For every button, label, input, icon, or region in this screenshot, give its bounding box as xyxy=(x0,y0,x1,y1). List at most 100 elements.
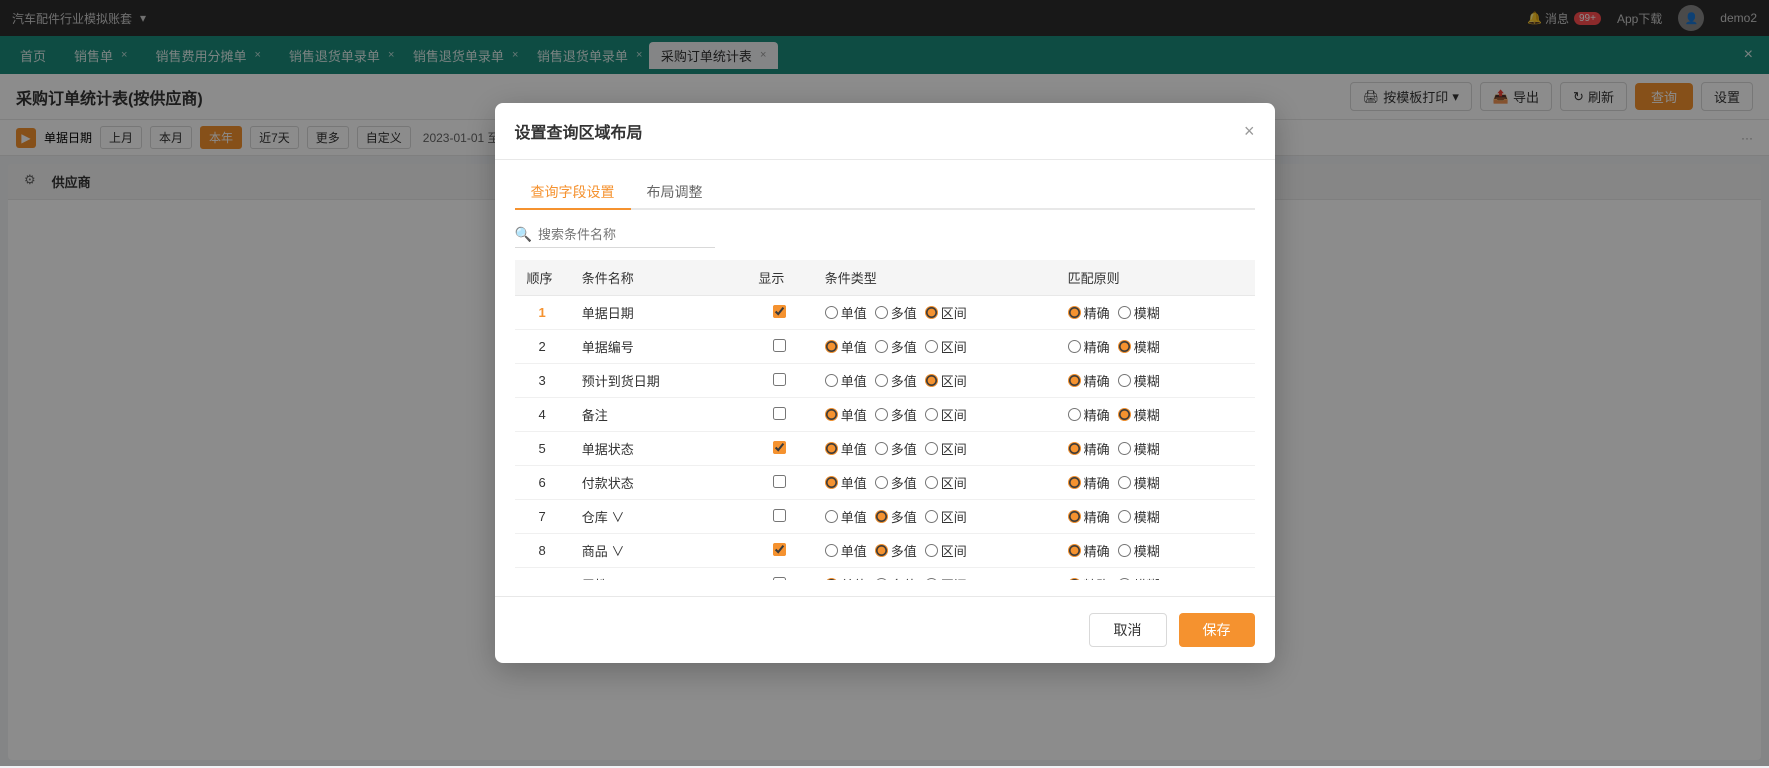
type-radio-item[interactable]: 单值 xyxy=(825,371,867,390)
type-radio-item[interactable]: 区间 xyxy=(925,337,967,356)
match-radio[interactable] xyxy=(1118,510,1131,523)
type-radio-item[interactable]: 区间 xyxy=(925,575,967,580)
show-checkbox[interactable] xyxy=(773,441,786,454)
match-radio-item[interactable]: 精确 xyxy=(1068,337,1110,356)
match-radio-item[interactable]: 模糊 xyxy=(1118,507,1160,526)
type-radio-item[interactable]: 单值 xyxy=(825,405,867,424)
type-radio[interactable] xyxy=(825,510,838,523)
match-radio[interactable] xyxy=(1068,408,1081,421)
type-radio[interactable] xyxy=(825,544,838,557)
row-show[interactable] xyxy=(746,568,812,581)
match-radio[interactable] xyxy=(1068,374,1081,387)
type-radio[interactable] xyxy=(825,476,838,489)
type-radio-item[interactable]: 多值 xyxy=(875,371,917,390)
type-radio-item[interactable]: 多值 xyxy=(875,337,917,356)
show-checkbox[interactable] xyxy=(773,577,786,581)
type-radio[interactable] xyxy=(925,510,938,523)
type-radio-item[interactable]: 单值 xyxy=(825,507,867,526)
type-radio-item[interactable]: 多值 xyxy=(875,541,917,560)
match-radio[interactable] xyxy=(1118,544,1131,557)
row-show[interactable] xyxy=(746,534,812,568)
match-radio-item[interactable]: 精确 xyxy=(1068,575,1110,580)
match-radio-item[interactable]: 模糊 xyxy=(1118,473,1160,492)
type-radio[interactable] xyxy=(825,306,838,319)
type-radio[interactable] xyxy=(925,408,938,421)
save-btn[interactable]: 保存 xyxy=(1179,613,1255,647)
match-radio-item[interactable]: 精确 xyxy=(1068,303,1110,322)
row-show[interactable] xyxy=(746,500,812,534)
type-radio-item[interactable]: 多值 xyxy=(875,473,917,492)
type-radio[interactable] xyxy=(825,340,838,353)
type-radio-item[interactable]: 区间 xyxy=(925,473,967,492)
type-radio[interactable] xyxy=(875,374,888,387)
row-show[interactable] xyxy=(746,296,812,330)
type-radio[interactable] xyxy=(925,306,938,319)
match-radio[interactable] xyxy=(1068,544,1081,557)
match-radio-item[interactable]: 模糊 xyxy=(1118,371,1160,390)
match-radio[interactable] xyxy=(1068,442,1081,455)
match-radio-item[interactable]: 精确 xyxy=(1068,371,1110,390)
type-radio-item[interactable]: 多值 xyxy=(875,303,917,322)
row-show[interactable] xyxy=(746,432,812,466)
match-radio-item[interactable]: 精确 xyxy=(1068,473,1110,492)
cancel-btn[interactable]: 取消 xyxy=(1089,613,1167,647)
match-radio-item[interactable]: 精确 xyxy=(1068,507,1110,526)
match-radio-item[interactable]: 模糊 xyxy=(1118,575,1160,580)
show-checkbox[interactable] xyxy=(773,543,786,556)
type-radio-item[interactable]: 区间 xyxy=(925,303,967,322)
show-checkbox[interactable] xyxy=(773,305,786,318)
match-radio-item[interactable]: 精确 xyxy=(1068,439,1110,458)
show-checkbox[interactable] xyxy=(773,339,786,352)
match-radio-item[interactable]: 模糊 xyxy=(1118,303,1160,322)
row-show[interactable] xyxy=(746,466,812,500)
row-show[interactable] xyxy=(746,398,812,432)
type-radio[interactable] xyxy=(925,340,938,353)
match-radio[interactable] xyxy=(1118,374,1131,387)
match-radio[interactable] xyxy=(1118,408,1131,421)
match-radio[interactable] xyxy=(1068,306,1081,319)
type-radio[interactable] xyxy=(825,408,838,421)
match-radio[interactable] xyxy=(1118,476,1131,489)
type-radio-item[interactable]: 区间 xyxy=(925,507,967,526)
type-radio-item[interactable]: 区间 xyxy=(925,371,967,390)
match-radio-item[interactable]: 精确 xyxy=(1068,541,1110,560)
type-radio-item[interactable]: 区间 xyxy=(925,541,967,560)
type-radio-item[interactable]: 单值 xyxy=(825,541,867,560)
show-checkbox[interactable] xyxy=(773,373,786,386)
type-radio[interactable] xyxy=(875,476,888,489)
type-radio[interactable] xyxy=(925,544,938,557)
type-radio[interactable] xyxy=(875,340,888,353)
match-radio[interactable] xyxy=(1068,340,1081,353)
type-radio[interactable] xyxy=(825,374,838,387)
search-input[interactable] xyxy=(538,227,715,242)
tab-layout[interactable]: 布局调整 xyxy=(631,176,719,210)
match-radio[interactable] xyxy=(1118,442,1131,455)
show-checkbox[interactable] xyxy=(773,475,786,488)
match-radio[interactable] xyxy=(1118,340,1131,353)
type-radio[interactable] xyxy=(925,578,938,580)
type-radio-item[interactable]: 多值 xyxy=(875,405,917,424)
match-radio[interactable] xyxy=(1118,578,1131,580)
show-checkbox[interactable] xyxy=(773,407,786,420)
match-radio-item[interactable]: 模糊 xyxy=(1118,439,1160,458)
dialog-close-btn[interactable]: × xyxy=(1244,122,1255,140)
type-radio[interactable] xyxy=(925,476,938,489)
type-radio-item[interactable]: 区间 xyxy=(925,439,967,458)
type-radio[interactable] xyxy=(925,442,938,455)
match-radio-item[interactable]: 模糊 xyxy=(1118,541,1160,560)
type-radio[interactable] xyxy=(825,578,838,580)
type-radio[interactable] xyxy=(875,306,888,319)
type-radio-item[interactable]: 单值 xyxy=(825,337,867,356)
row-show[interactable] xyxy=(746,364,812,398)
type-radio-item[interactable]: 区间 xyxy=(925,405,967,424)
type-radio[interactable] xyxy=(875,408,888,421)
row-show[interactable] xyxy=(746,330,812,364)
match-radio-item[interactable]: 模糊 xyxy=(1118,405,1160,424)
match-radio-item[interactable]: 精确 xyxy=(1068,405,1110,424)
type-radio[interactable] xyxy=(875,544,888,557)
tab-query-fields[interactable]: 查询字段设置 xyxy=(515,176,631,210)
type-radio[interactable] xyxy=(875,578,888,580)
type-radio[interactable] xyxy=(925,374,938,387)
show-checkbox[interactable] xyxy=(773,509,786,522)
type-radio-item[interactable]: 单值 xyxy=(825,473,867,492)
